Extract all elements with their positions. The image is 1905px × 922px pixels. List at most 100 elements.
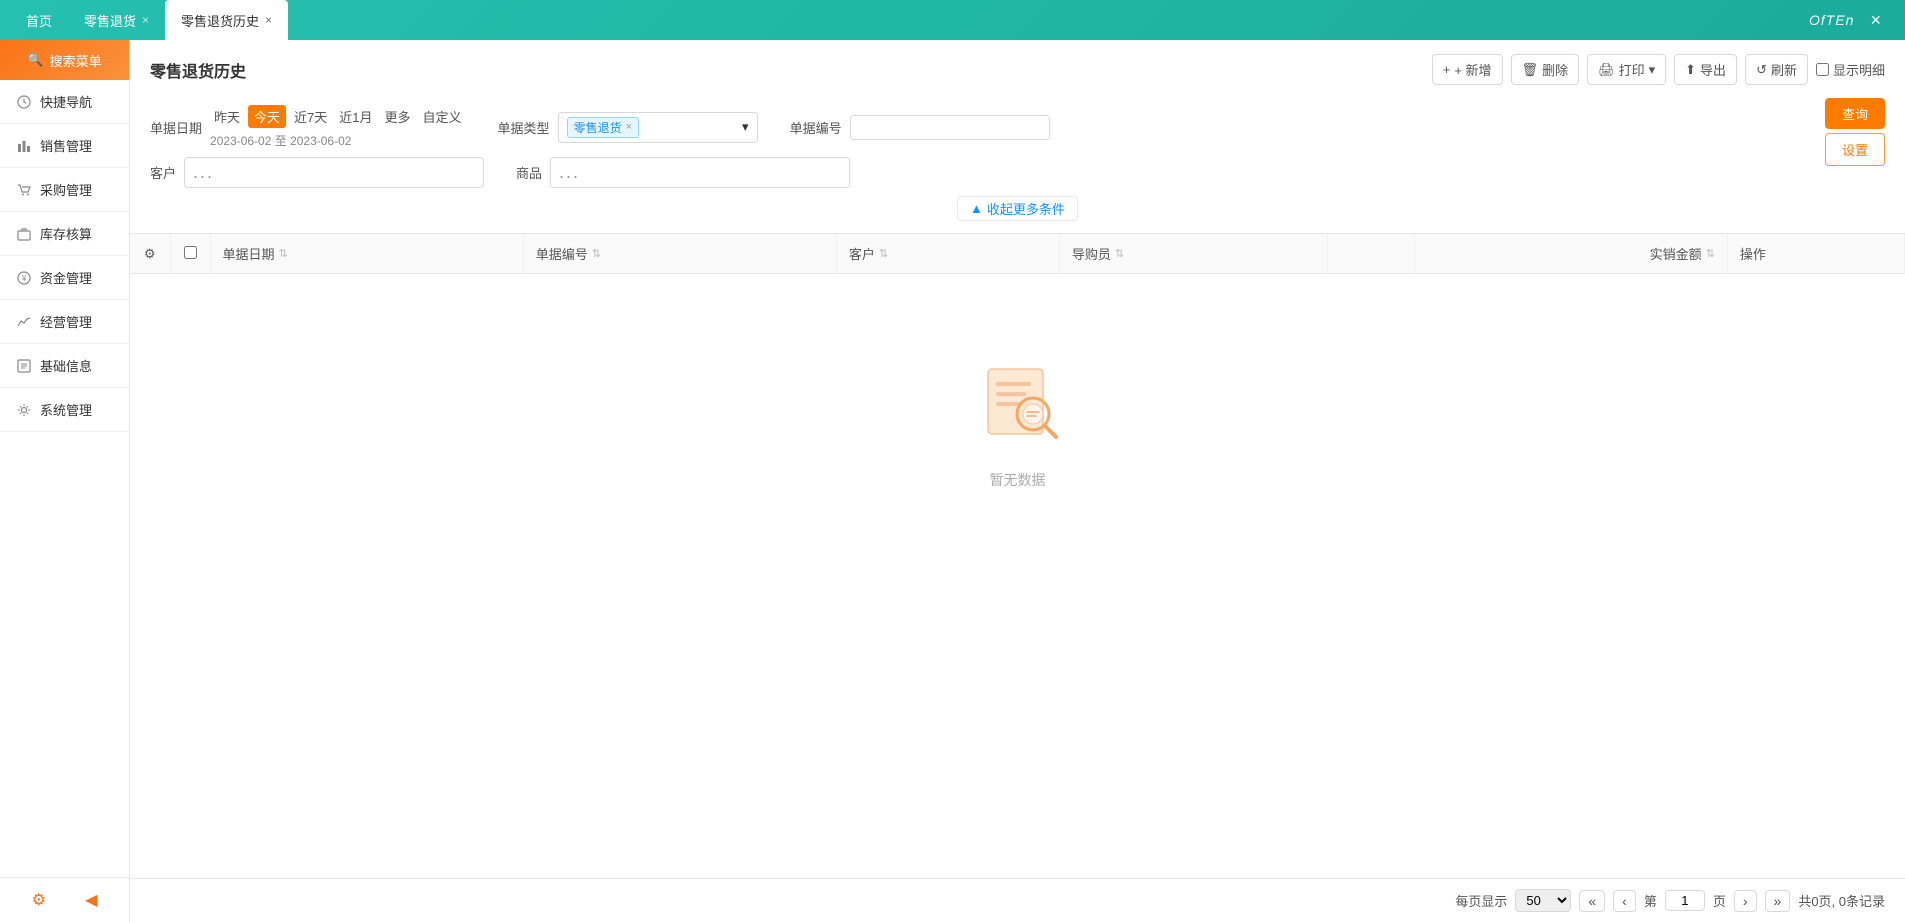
setting-button[interactable]: 设置 (1825, 133, 1885, 166)
tab-retail-return-history[interactable]: 零售退货历史 × (165, 0, 288, 40)
show-detail-checkbox[interactable] (1816, 63, 1829, 76)
sidebar-item-finance[interactable]: ¥ 资金管理 (0, 256, 129, 300)
type-tag-remove[interactable]: × (626, 121, 632, 133)
date-opt-custom[interactable]: 自定义 (419, 105, 466, 128)
page-title: 零售退货历史 (150, 58, 246, 82)
page-input[interactable] (1665, 890, 1705, 911)
type-tag-label: 零售退货 (574, 119, 622, 136)
tab-retail-return-label: 零售退货 (84, 11, 136, 30)
settings-bottom-icon[interactable]: ⚙ (32, 890, 46, 910)
purchase-icon (16, 182, 32, 198)
window-close-btn[interactable]: × (1862, 10, 1889, 31)
tab-home[interactable]: 首页 (10, 0, 68, 40)
goods-filter: 商品 ... (516, 157, 850, 188)
date-opt-today[interactable]: 今天 (248, 105, 286, 128)
delete-button[interactable]: 🗑 删除 (1511, 54, 1580, 85)
th-customer-sort[interactable]: ⇅ (879, 247, 888, 260)
delete-icon: 🗑 (1522, 62, 1539, 78)
collapse-row: ▲ 收起更多条件 (150, 196, 1885, 221)
page-header: 零售退货历史 + + 新增 🗑 删除 🖨 打印 (130, 40, 1905, 234)
print-dropdown-icon: ▾ (1649, 62, 1656, 78)
date-opt-yesterday[interactable]: 昨天 (210, 105, 244, 128)
per-page-select[interactable]: 50 100 200 (1515, 889, 1571, 912)
empty-text: 暂无数据 (990, 470, 1046, 490)
sidebar-item-sales-mgmt[interactable]: 销售管理 (0, 124, 129, 168)
th-checkbox (170, 234, 210, 274)
th-number: 单据编号 ⇅ (523, 234, 836, 274)
sidebar-item-quick-nav[interactable]: 快捷导航 (0, 80, 129, 124)
th-guide-label: 导购员 (1072, 244, 1111, 263)
th-guide-sort[interactable]: ⇅ (1115, 247, 1124, 260)
date-opt-7days[interactable]: 近7天 (290, 105, 331, 128)
inventory-icon (16, 226, 32, 242)
sidebar-search[interactable]: 🔍 搜索菜单 (0, 40, 129, 80)
tab-list: 首页 零售退货 × 零售退货历史 × (10, 0, 1809, 40)
collapse-button[interactable]: ▲ 收起更多条件 (957, 196, 1078, 221)
sidebar-bottom: ⚙ ◀ (0, 877, 129, 922)
th-amount-sort[interactable]: ⇅ (1706, 247, 1715, 260)
white-card: 零售退货历史 + + 新增 🗑 删除 🖨 打印 (130, 40, 1905, 922)
th-action: 操作 (1727, 234, 1904, 274)
first-page-btn[interactable]: « (1579, 890, 1605, 912)
date-opt-1month[interactable]: 近1月 (335, 105, 376, 128)
th-number-sort[interactable]: ⇅ (592, 247, 601, 260)
th-guide: 导购员 ⇅ (1059, 234, 1327, 274)
print-button[interactable]: 🖨 打印 ▾ (1587, 54, 1666, 85)
print-icon: 🖨 (1598, 62, 1615, 78)
setting-label: 设置 (1842, 143, 1868, 158)
th-setting: ⚙ (130, 234, 170, 274)
sidebar-item-basic-info[interactable]: 基础信息 (0, 344, 129, 388)
th-date-sort[interactable]: ⇅ (279, 247, 288, 260)
next-page-btn[interactable]: › (1734, 890, 1757, 912)
top-bar: 首页 零售退货 × 零售退货历史 × OfTEn × (0, 0, 1905, 40)
sidebar-item-sys-mgmt[interactable]: 系统管理 (0, 388, 129, 432)
type-select[interactable]: 零售退货 × ▾ (558, 112, 758, 143)
goods-select[interactable]: ... (550, 157, 850, 188)
sidebar-item-quick-nav-label: 快捷导航 (40, 92, 92, 111)
sidebar-item-sys-mgmt-label: 系统管理 (40, 400, 92, 419)
customer-select[interactable]: ... (184, 157, 484, 188)
sidebar-item-operations[interactable]: 经营管理 (0, 300, 129, 344)
sidebar-item-purchase-mgmt[interactable]: 采购管理 (0, 168, 129, 212)
table-wrapper: ⚙ 单据日期 ⇅ (130, 234, 1905, 878)
export-icon: ⬆ (1685, 62, 1696, 78)
action-btns: 查询 设置 (1825, 98, 1885, 166)
tab-retail-return-history-close[interactable]: × (265, 13, 272, 27)
customer-placeholder: ... (193, 162, 214, 183)
refresh-icon: ↺ (1756, 62, 1767, 78)
add-label: + 新增 (1454, 60, 1491, 79)
empty-state: 暂无数据 (130, 274, 1905, 570)
add-button[interactable]: + + 新增 (1432, 54, 1503, 85)
print-label: 打印 (1619, 60, 1645, 79)
top-bar-right: OfTEn × (1809, 10, 1905, 31)
search-icon: 🔍 (27, 52, 43, 68)
per-page-label: 每页显示 (1455, 891, 1507, 910)
date-filter-label: 单据日期 (150, 118, 202, 137)
table-header-row: ⚙ 单据日期 ⇅ (130, 234, 1905, 274)
sidebar-item-inventory[interactable]: 库存核算 (0, 212, 129, 256)
select-all-checkbox[interactable] (184, 246, 197, 259)
sales-icon (16, 138, 32, 154)
number-input[interactable] (850, 115, 1050, 140)
show-detail-checkbox-label[interactable]: 显示明细 (1816, 60, 1885, 79)
collapse-label: 收起更多条件 (987, 199, 1065, 218)
collapse-sidebar-icon[interactable]: ◀ (85, 890, 97, 910)
tab-retail-return-close[interactable]: × (142, 13, 149, 27)
tab-home-label: 首页 (26, 11, 52, 30)
number-filter-label: 单据编号 (790, 118, 842, 137)
type-dropdown-icon: ▾ (742, 119, 749, 135)
query-button[interactable]: 查询 (1825, 98, 1885, 129)
page-title-row: 零售退货历史 + + 新增 🗑 删除 🖨 打印 (150, 54, 1885, 85)
sidebar-item-basic-info-label: 基础信息 (40, 356, 92, 375)
total-text: 共0页, 0条记录 (1798, 891, 1885, 910)
type-filter: 单据类型 零售退货 × ▾ (498, 112, 758, 143)
export-button[interactable]: ⬆ 导出 (1674, 54, 1737, 85)
date-opts: 昨天 今天 近7天 近1月 更多 自定义 (210, 105, 466, 128)
refresh-button[interactable]: ↺ 刷新 (1745, 54, 1808, 85)
prev-page-btn[interactable]: ‹ (1613, 890, 1636, 912)
tab-retail-return[interactable]: 零售退货 × (68, 0, 165, 40)
date-opt-more[interactable]: 更多 (381, 105, 415, 128)
last-page-btn[interactable]: » (1765, 890, 1791, 912)
layout: 🔍 搜索菜单 快捷导航 销售管理 采购管理 库存核算 (0, 40, 1905, 922)
table-setting-icon[interactable]: ⚙ (144, 246, 156, 261)
